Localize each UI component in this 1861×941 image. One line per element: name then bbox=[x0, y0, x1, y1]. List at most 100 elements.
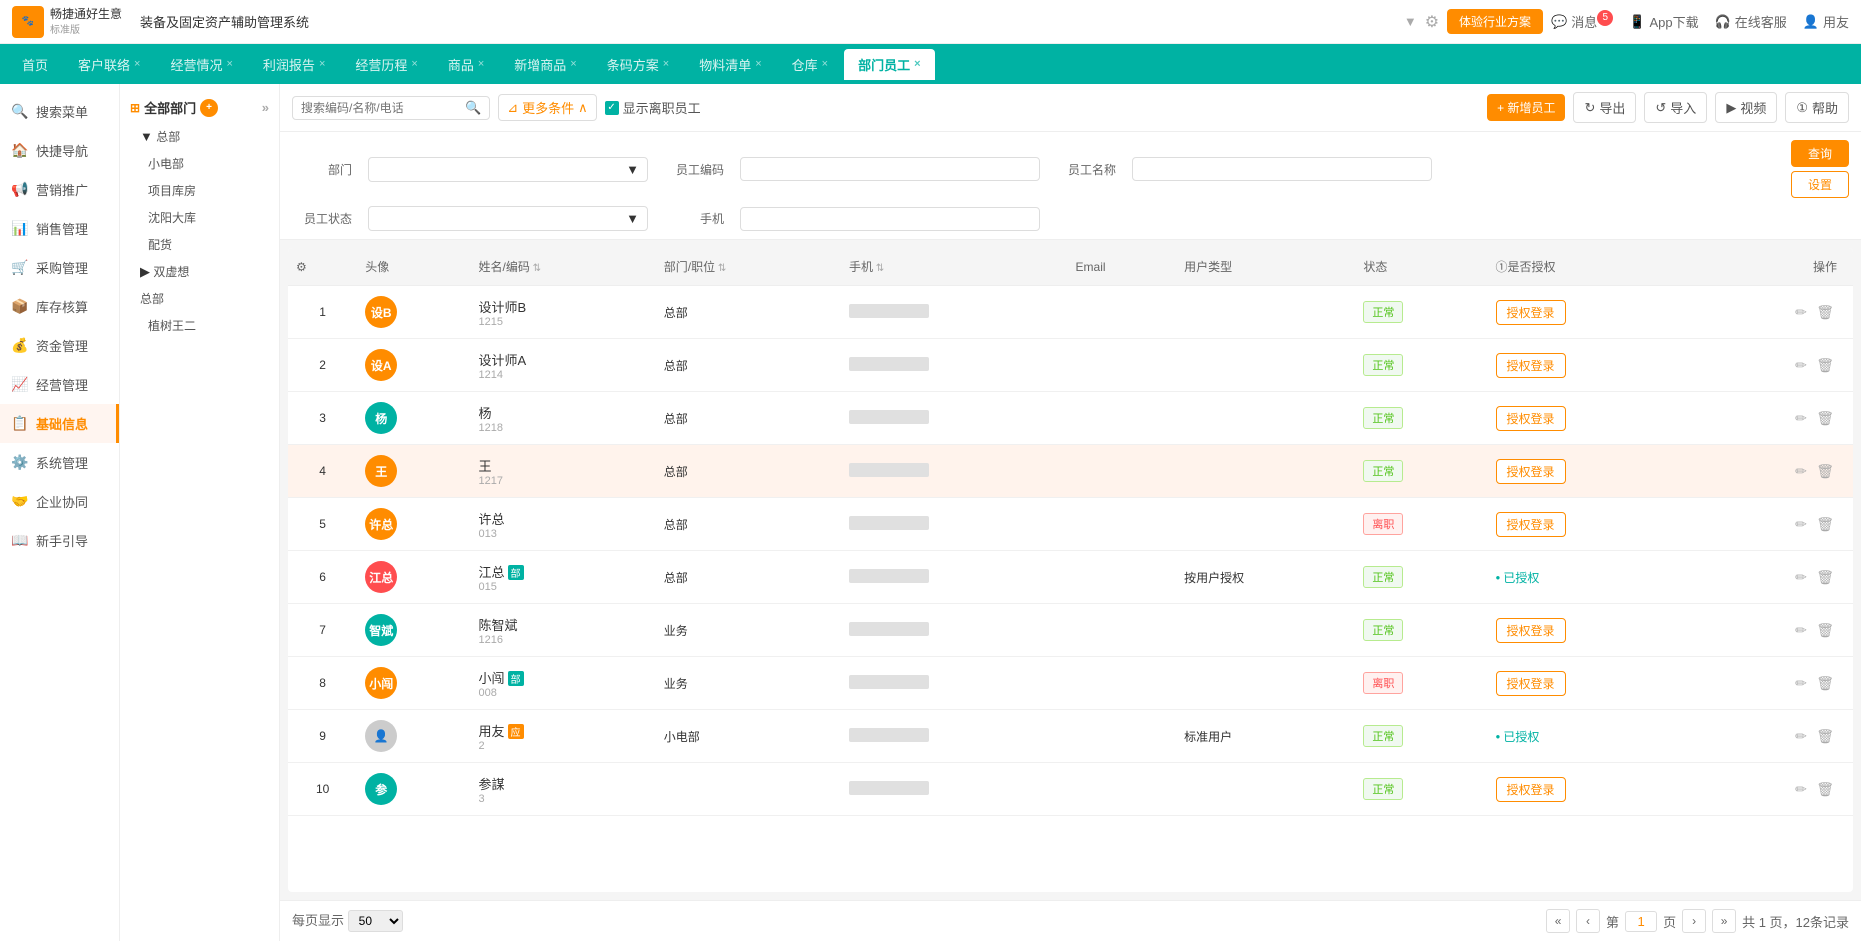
trial-button[interactable]: 体验行业方案 bbox=[1447, 9, 1543, 34]
dept-filter-select[interactable]: ▼ bbox=[368, 157, 648, 182]
edit-button[interactable]: ✏ bbox=[1795, 357, 1807, 373]
dept-item-zongbu2[interactable]: 总部 bbox=[120, 285, 279, 312]
close-tab-customer[interactable]: × bbox=[134, 58, 140, 70]
tab-operation[interactable]: 经营情况 × bbox=[156, 49, 246, 80]
col-dept[interactable]: 部门/职位 bbox=[656, 248, 841, 286]
emp-code-input[interactable] bbox=[740, 157, 1040, 181]
sidebar-item-quicknav[interactable]: 🏠 快捷导航 bbox=[0, 131, 119, 170]
sidebar-item-enterprise[interactable]: 🤝 企业协同 bbox=[0, 482, 119, 521]
auth-button[interactable]: 授权登录 bbox=[1496, 300, 1566, 325]
app-download-button[interactable]: 📱 App下载 bbox=[1629, 12, 1698, 31]
col-settings[interactable]: ⚙ bbox=[288, 248, 357, 286]
dept-item-zhishu[interactable]: 植树王二 bbox=[120, 312, 279, 339]
dept-item-peihuo[interactable]: 配货 bbox=[120, 231, 279, 258]
sidebar-item-search[interactable]: 🔍 搜索菜单 bbox=[0, 92, 119, 131]
tab-profit[interactable]: 利润报告 × bbox=[249, 49, 339, 80]
phone-input[interactable] bbox=[740, 207, 1040, 231]
delete-button[interactable]: 🗑 bbox=[1816, 622, 1834, 638]
import-button[interactable]: ↺ 导入 bbox=[1644, 92, 1707, 123]
dept-item-shenyang[interactable]: 沈阳大库 bbox=[120, 204, 279, 231]
close-tab-new-product[interactable]: × bbox=[570, 58, 576, 70]
show-resigned-toggle[interactable]: ✓ 显示离职员工 bbox=[605, 98, 701, 117]
message-button[interactable]: 💬 消息 5 bbox=[1551, 12, 1613, 31]
close-tab-operation[interactable]: × bbox=[226, 58, 232, 70]
sidebar-item-marketing[interactable]: 📢 营销推广 bbox=[0, 170, 119, 209]
edit-button[interactable]: ✏ bbox=[1795, 516, 1807, 532]
dept-item-project[interactable]: 项目库房 bbox=[120, 177, 279, 204]
search-input[interactable] bbox=[301, 101, 461, 115]
dept-item-zongbu[interactable]: ▼ 总部 bbox=[120, 123, 279, 150]
edit-button[interactable]: ✏ bbox=[1795, 675, 1807, 691]
user-button[interactable]: 👤 用友 bbox=[1803, 12, 1849, 31]
tab-barcode[interactable]: 条码方案 × bbox=[593, 49, 683, 80]
sidebar-item-business[interactable]: 📈 经营管理 bbox=[0, 365, 119, 404]
sidebar-item-inventory[interactable]: 📦 库存核算 bbox=[0, 287, 119, 326]
collapse-dept-icon[interactable]: » bbox=[262, 100, 269, 115]
close-tab-products[interactable]: × bbox=[478, 58, 484, 70]
sidebar-item-guide[interactable]: 📖 新手引导 bbox=[0, 521, 119, 560]
dropdown-arrow[interactable]: ▼ bbox=[1404, 14, 1417, 29]
delete-button[interactable]: 🗑 bbox=[1816, 675, 1834, 691]
close-tab-warehouse[interactable]: × bbox=[822, 58, 828, 70]
sidebar-item-sales[interactable]: 📊 销售管理 bbox=[0, 209, 119, 248]
tab-history[interactable]: 经营历程 × bbox=[341, 49, 431, 80]
auth-button[interactable]: 授权登录 bbox=[1496, 459, 1566, 484]
page-input[interactable] bbox=[1625, 911, 1657, 932]
show-resigned-checkbox[interactable]: ✓ bbox=[605, 101, 619, 115]
dept-header[interactable]: ⊞ 全部部门 + » bbox=[120, 92, 279, 123]
emp-name-input[interactable] bbox=[1132, 157, 1432, 181]
edit-button[interactable]: ✏ bbox=[1795, 569, 1807, 585]
tab-warehouse[interactable]: 仓库 × bbox=[778, 49, 842, 80]
export-button[interactable]: ↻ 导出 bbox=[1573, 92, 1636, 123]
col-phone[interactable]: 手机 bbox=[841, 248, 1068, 286]
delete-button[interactable]: 🗑 bbox=[1816, 569, 1834, 585]
add-employee-button[interactable]: + 新增员工 bbox=[1487, 94, 1565, 121]
auth-button[interactable]: 授权登录 bbox=[1496, 618, 1566, 643]
settings-icon[interactable]: ⚙ bbox=[1425, 12, 1439, 32]
search-submit-icon[interactable]: 🔍 bbox=[465, 100, 481, 116]
tab-bom[interactable]: 物料清单 × bbox=[685, 49, 775, 80]
close-tab-employees[interactable]: × bbox=[914, 58, 920, 70]
close-tab-barcode[interactable]: × bbox=[663, 58, 669, 70]
sidebar-item-system[interactable]: ⚙️ 系统管理 bbox=[0, 443, 119, 482]
delete-button[interactable]: 🗑 bbox=[1816, 516, 1834, 532]
tab-home[interactable]: 首页 bbox=[8, 49, 62, 80]
delete-button[interactable]: 🗑 bbox=[1816, 463, 1834, 479]
auth-button[interactable]: 授权登录 bbox=[1496, 777, 1566, 802]
edit-button[interactable]: ✏ bbox=[1795, 410, 1807, 426]
close-tab-history[interactable]: × bbox=[411, 58, 417, 70]
edit-button[interactable]: ✏ bbox=[1795, 463, 1807, 479]
per-page-select[interactable]: 50 100 bbox=[348, 910, 403, 932]
close-tab-bom[interactable]: × bbox=[755, 58, 761, 70]
close-tab-profit[interactable]: × bbox=[319, 58, 325, 70]
delete-button[interactable]: 🗑 bbox=[1816, 728, 1834, 744]
tab-new-product[interactable]: 新增商品 × bbox=[500, 49, 590, 80]
delete-button[interactable]: 🗑 bbox=[1816, 410, 1834, 426]
add-dept-button[interactable]: + bbox=[200, 99, 218, 117]
delete-button[interactable]: 🗑 bbox=[1816, 304, 1834, 320]
help-button[interactable]: ① 帮助 bbox=[1785, 92, 1849, 123]
sidebar-item-finance[interactable]: 💰 资金管理 bbox=[0, 326, 119, 365]
dept-item-shuangxu[interactable]: ▶ 双虚想 bbox=[120, 258, 279, 285]
auth-button[interactable]: 授权登录 bbox=[1496, 406, 1566, 431]
sidebar-item-purchase[interactable]: 🛒 采购管理 bbox=[0, 248, 119, 287]
edit-button[interactable]: ✏ bbox=[1795, 781, 1807, 797]
search-box[interactable]: 🔍 bbox=[292, 96, 490, 120]
online-service-button[interactable]: 🎧 在线客服 bbox=[1715, 12, 1787, 31]
auth-button[interactable]: 授权登录 bbox=[1496, 353, 1566, 378]
last-page-button[interactable]: » bbox=[1712, 909, 1736, 933]
filter-search-button[interactable]: 查询 bbox=[1791, 140, 1849, 167]
prev-page-button[interactable]: ‹ bbox=[1576, 909, 1600, 933]
delete-button[interactable]: 🗑 bbox=[1816, 781, 1834, 797]
edit-button[interactable]: ✏ bbox=[1795, 304, 1807, 320]
first-page-button[interactable]: « bbox=[1546, 909, 1570, 933]
next-page-button[interactable]: › bbox=[1682, 909, 1706, 933]
more-conditions-button[interactable]: ⊿ 更多条件 ∧ bbox=[498, 94, 596, 121]
view-button[interactable]: ▶ 视频 bbox=[1715, 92, 1777, 123]
delete-button[interactable]: 🗑 bbox=[1816, 357, 1834, 373]
auth-button[interactable]: 授权登录 bbox=[1496, 512, 1566, 537]
auth-button[interactable]: 授权登录 bbox=[1496, 671, 1566, 696]
filter-reset-button[interactable]: 设置 bbox=[1791, 171, 1849, 198]
edit-button[interactable]: ✏ bbox=[1795, 622, 1807, 638]
tab-employees[interactable]: 部门员工 × bbox=[844, 49, 934, 80]
